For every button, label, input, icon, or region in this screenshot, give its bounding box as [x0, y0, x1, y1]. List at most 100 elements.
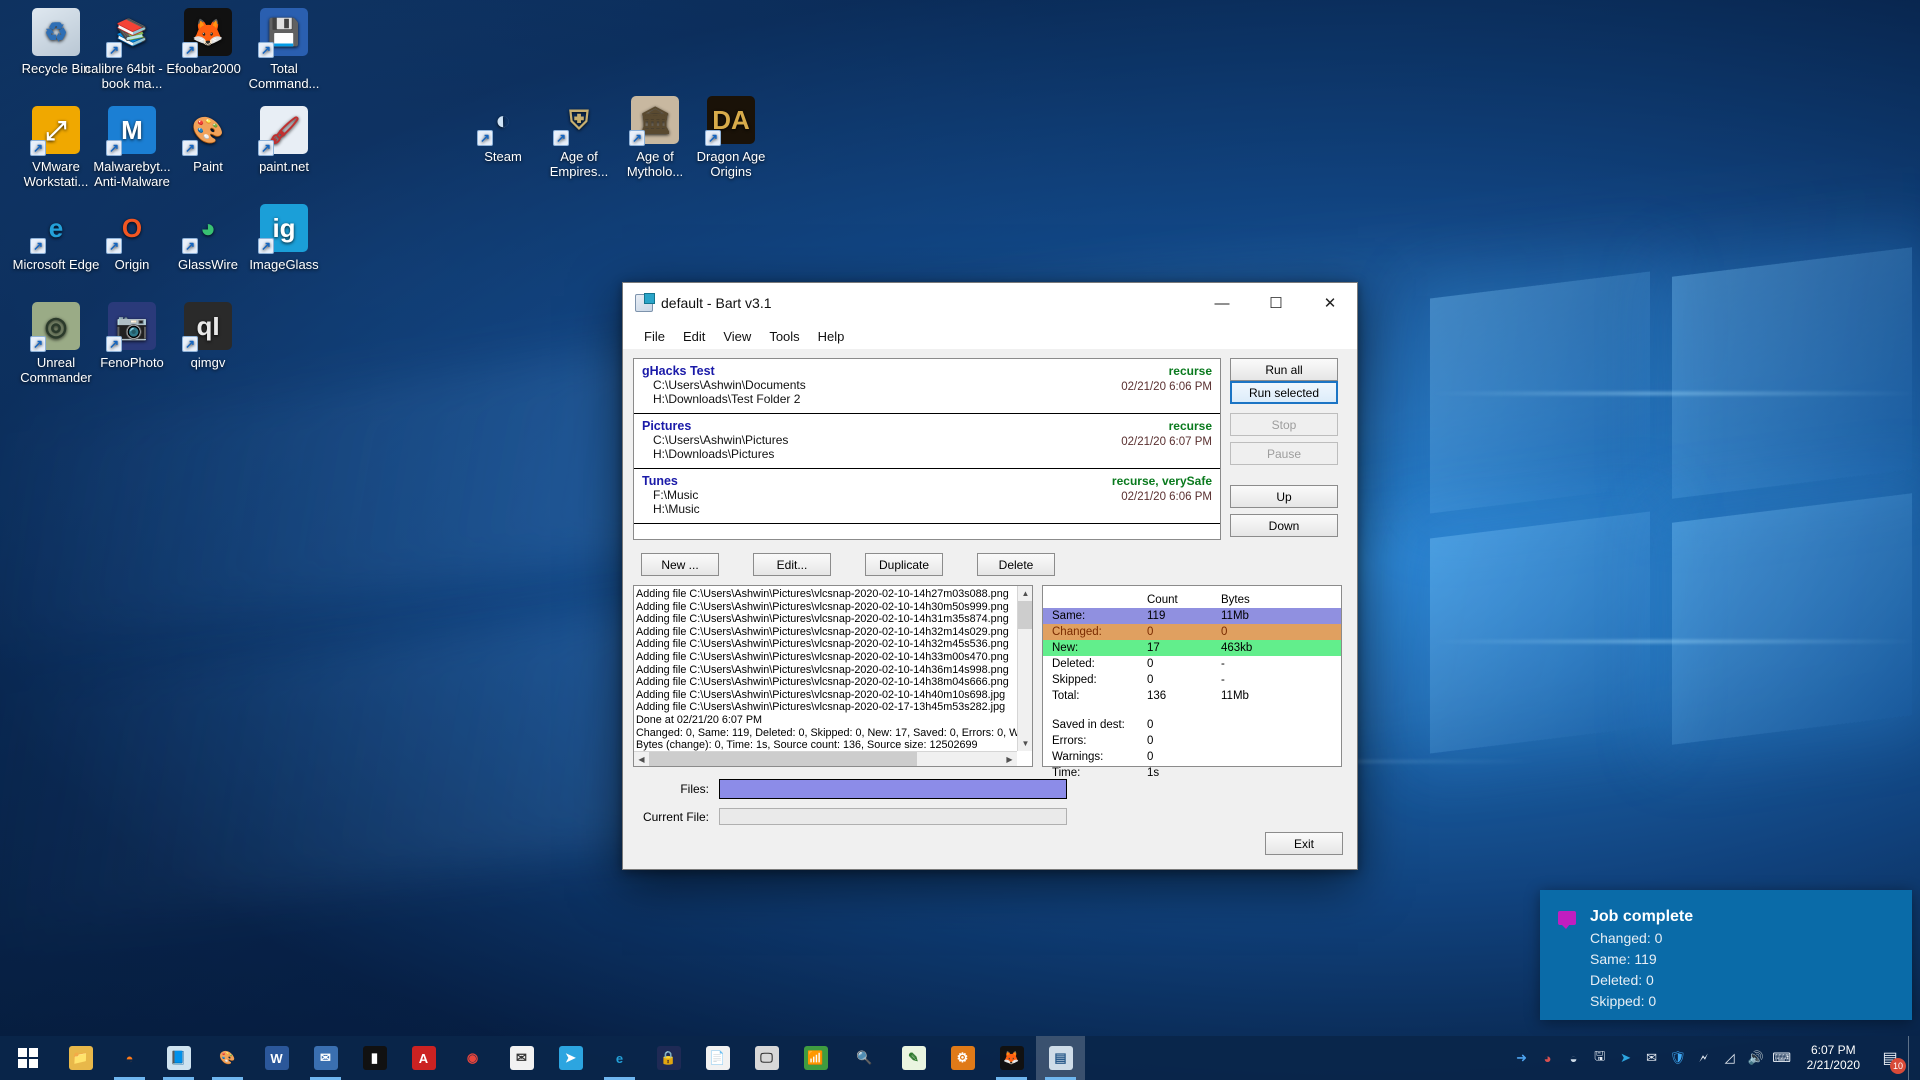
volume-icon[interactable]: 🔊 — [1743, 1036, 1769, 1080]
run-selected-button[interactable]: Run selected — [1230, 381, 1338, 404]
menu-item-view[interactable]: View — [714, 326, 760, 347]
log-line: Adding file C:\Users\Ashwin\Pictures\vlc… — [636, 588, 1009, 600]
taskbar-notepadpp[interactable]: ✎ — [889, 1036, 938, 1080]
telegram-tray-icon[interactable]: ➤ — [1613, 1036, 1639, 1080]
job-dest-path: H:\Music — [653, 502, 700, 516]
duplicate-button[interactable]: Duplicate — [865, 553, 943, 576]
current-file-label: Current File: — [642, 809, 709, 824]
shortcut-arrow-icon: ↗ — [705, 130, 721, 146]
taskbar-edge-taskbar[interactable]: e — [595, 1036, 644, 1080]
recycle-bin-icon: ♻ — [32, 8, 80, 56]
job-list[interactable]: gHacks Test C:\Users\Ashwin\Documents H:\D… — [633, 358, 1221, 540]
show-desktop-button[interactable] — [1908, 1036, 1916, 1080]
glasswire-tray-icon[interactable]: ◕ — [1535, 1036, 1561, 1080]
maximize-button[interactable]: ☐ — [1249, 283, 1303, 323]
current-file-row: Current File: — [633, 808, 1347, 825]
glasswire-icon: ◕ ↗ — [182, 204, 232, 254]
log-vertical-scroll-thumb[interactable] — [1018, 601, 1032, 629]
shortcut-arrow-icon: ↗ — [106, 42, 122, 58]
scroll-down-arrow-icon[interactable]: ▼ — [1018, 736, 1033, 751]
taskbar-firefox[interactable]: ◓ — [105, 1036, 154, 1080]
close-button[interactable]: ✕ — [1303, 283, 1357, 323]
taskbar-settings-gear[interactable]: ⚙ — [938, 1036, 987, 1080]
keyboard-layout-icon[interactable]: ⌨ — [1769, 1036, 1795, 1080]
job-meta: recurse, verySafe 02/21/20 6:06 PM — [1112, 474, 1212, 516]
taskbar-mail-client[interactable]: ✉ — [301, 1036, 350, 1080]
stats-label: Total: — [1052, 690, 1080, 702]
origin-icon: O ↗ — [106, 204, 156, 254]
log-line: Adding file C:\Users\Ashwin\Pictures\vlc… — [636, 625, 1009, 638]
taskbar-keepass[interactable]: 🔒 — [644, 1036, 693, 1080]
mail-tray-icon[interactable]: ✉ — [1639, 1036, 1665, 1080]
job-row[interactable]: gHacks Test C:\Users\Ashwin\Documents H:\D… — [634, 359, 1220, 414]
taskbar-terminal[interactable]: ▮ — [350, 1036, 399, 1080]
window-title-bar[interactable]: default - Bart v3.1 — ☐ ✕ — [623, 283, 1357, 323]
log-horizontal-scroll-thumb[interactable] — [649, 752, 917, 766]
job-row[interactable]: Pictures C:\Users\Ashwin\Pictures H:\Downl… — [634, 414, 1220, 469]
taskbar-bart-taskbar[interactable]: ▤ — [1036, 1036, 1085, 1080]
stats-bytes: - — [1221, 658, 1225, 670]
stats-row-new: New: 17 463kb — [1043, 640, 1341, 656]
taskbar-word[interactable]: W — [252, 1036, 301, 1080]
taskbar-chrome[interactable]: ◉ — [448, 1036, 497, 1080]
up-button[interactable]: Up — [1230, 485, 1338, 508]
menu-bar: File Edit View Tools Help — [623, 323, 1357, 349]
desktop-icon-paintnet[interactable]: 🖌 ↗ paint.net — [236, 106, 332, 174]
desktop-icon-qimgv[interactable]: qI ↗ qimgv — [160, 302, 256, 370]
age-of-empires-icon: ⛨ ↗ — [553, 96, 603, 146]
taskbar-mail[interactable]: ✉ — [497, 1036, 546, 1080]
desktop-icon-label: Dragon Age Origins — [696, 149, 766, 179]
shortcut-arrow-icon: ↗ — [106, 238, 122, 254]
log-output-panel[interactable]: Adding file C:\Users\Ashwin\Pictures\vlc… — [633, 585, 1033, 767]
menu-item-help[interactable]: Help — [809, 326, 854, 347]
down-button[interactable]: Down — [1230, 514, 1338, 537]
show-hidden-tray-icon[interactable]: ➜ — [1509, 1036, 1535, 1080]
taskbar-file-explorer[interactable]: 📁 — [56, 1036, 105, 1080]
taskbar-clock[interactable]: 6:07 PM 2/21/2020 — [1795, 1043, 1872, 1073]
exit-button[interactable]: Exit — [1265, 832, 1343, 855]
taskbar-acrobat[interactable]: A — [399, 1036, 448, 1080]
desktop-icon-label: ImageGlass — [249, 257, 319, 272]
desktop-icon-total-commander[interactable]: 💾 ↗ Total Command... — [236, 8, 332, 91]
taskbar-notepad[interactable]: 📘 — [154, 1036, 203, 1080]
log-horizontal-scrollbar[interactable]: ◀ ▶ — [634, 751, 1017, 766]
taskbar-document[interactable]: 📄 — [693, 1036, 742, 1080]
taskbar-telegram[interactable]: ➤ — [546, 1036, 595, 1080]
bart-application-window[interactable]: default - Bart v3.1 — ☐ ✕ File Edit View To… — [622, 282, 1358, 870]
usb-eject-icon[interactable]: 🖫 — [1587, 1036, 1613, 1080]
new-button[interactable]: New ... — [641, 553, 719, 576]
menu-item-edit[interactable]: Edit — [674, 326, 714, 347]
minimize-button[interactable]: — — [1195, 283, 1249, 323]
menu-item-tools[interactable]: Tools — [760, 326, 808, 347]
dragon-age-origins-icon: DA ↗ — [705, 96, 755, 146]
edit-button[interactable]: Edit... — [753, 553, 831, 576]
taskbar-paint-taskbar[interactable]: 🎨 — [203, 1036, 252, 1080]
windows-defender-icon[interactable]: 🛡 — [1665, 1036, 1691, 1080]
wifi-icon[interactable]: ◿ — [1717, 1036, 1743, 1080]
taskbar-everything-search[interactable]: 🔍 — [840, 1036, 889, 1080]
taskbar-monitor[interactable]: 🖵 — [742, 1036, 791, 1080]
action-center-button[interactable]: ▤ 10 — [1872, 1036, 1908, 1080]
desktop-icon-dragon-age-origins[interactable]: DA ↗ Dragon Age Origins — [683, 96, 779, 179]
battery-icon[interactable]: 🗲 — [1691, 1036, 1717, 1080]
log-line: Changed: 0, Same: 119, Deleted: 0, Skipp… — [636, 726, 1017, 739]
menu-item-file[interactable]: File — [635, 326, 674, 347]
taskbar-foobar-taskbar[interactable]: 🦊 — [987, 1036, 1036, 1080]
scroll-left-arrow-icon[interactable]: ◀ — [634, 752, 649, 767]
delete-button[interactable]: Delete — [977, 553, 1055, 576]
app-tray-icon[interactable]: ◒ — [1561, 1036, 1587, 1080]
desktop-icon-imageglass[interactable]: ig ↗ ImageGlass — [236, 204, 332, 272]
scroll-up-arrow-icon[interactable]: ▲ — [1018, 586, 1033, 601]
bart-app-icon — [635, 293, 655, 312]
windows-taskbar[interactable]: 📁 ◓ 📘 🎨 W ✉ ▮ A ◉ ✉ ➤ e 🔒 📄 🖵 📶 🔍 ✎ ⚙ 🦊 ▤ ➜ ◕ ◒ 🖫 ➤ ✉ 🛡 🗲 ◿ 🔊 ⌨ 6:07 P… — [0, 1036, 1920, 1080]
scroll-right-arrow-icon[interactable]: ▶ — [1002, 752, 1017, 767]
log-vertical-scrollbar[interactable]: ▲ ▼ — [1017, 586, 1032, 751]
start-button[interactable] — [0, 1036, 56, 1080]
job-row[interactable]: Tunes F:\Music H:\Music recurse, verySafe 02… — [634, 469, 1220, 524]
taskbar-rss-reader[interactable]: 📶 — [791, 1036, 840, 1080]
notification-count-badge: 10 — [1889, 1058, 1906, 1074]
run-all-button[interactable]: Run all — [1230, 358, 1338, 381]
job-complete-notification[interactable]: Job complete Changed: 0 Same: 119 Deleted:… — [1540, 890, 1912, 1020]
job-name: gHacks Test — [642, 364, 715, 378]
stats-label: Time: — [1052, 767, 1081, 779]
